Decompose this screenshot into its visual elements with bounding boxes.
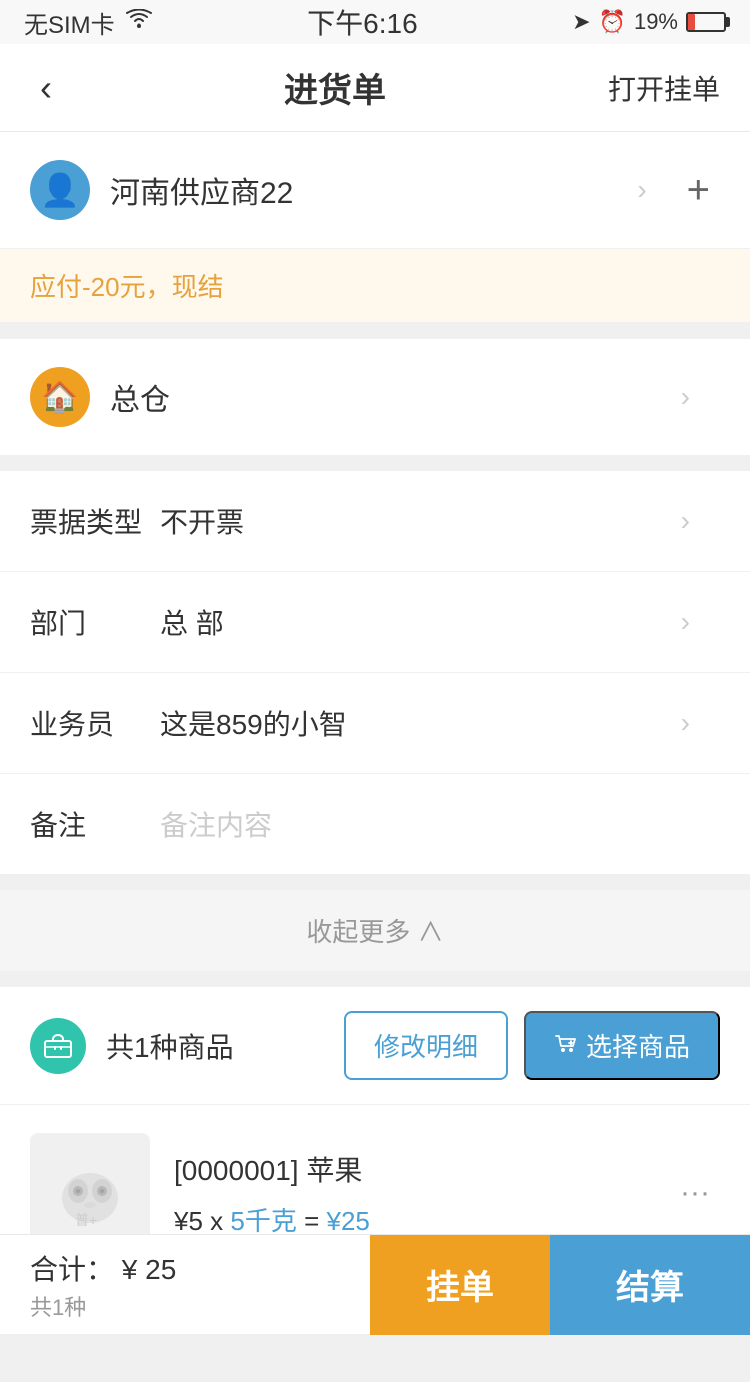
bottom-bar: 合计： ¥ 25 共1种 挂单 结算: [0, 1234, 750, 1334]
chevron-right-icon: ›: [681, 381, 690, 413]
supplier-name: 河南供应商22: [110, 168, 637, 212]
chevron-right-icon: ›: [681, 606, 690, 638]
equals-sign: =: [297, 1206, 327, 1236]
products-header: 共1种商品 修改明细 选择商品: [0, 987, 750, 1105]
form-section: 票据类型 不开票 › 部门 总 部 › 业务员 这是859的小智 › 备注 备注…: [0, 471, 750, 874]
note-label: 备注: [30, 804, 160, 844]
collapse-label: 收起更多 ∧: [306, 912, 443, 949]
staff-row[interactable]: 业务员 这是859的小智 ›: [0, 673, 750, 774]
page-title: 进货单: [284, 63, 386, 112]
dept-value: 总 部: [160, 602, 681, 642]
cart-icon: [554, 1030, 578, 1061]
staff-label: 业务员: [30, 703, 160, 743]
battery-icon: [686, 12, 726, 32]
total-label: 合计：: [30, 1254, 114, 1285]
product-price-formula: ¥5 x 5千克 = ¥25: [174, 1201, 670, 1238]
total-row: 合计： ¥ 25: [30, 1248, 340, 1288]
invoice-row[interactable]: 票据类型 不开票 ›: [0, 471, 750, 572]
products-icon: [30, 1018, 86, 1074]
select-product-label: 选择商品: [586, 1027, 690, 1064]
svg-text:普+: 普+: [75, 1212, 97, 1228]
location-icon: ➤: [572, 9, 590, 35]
status-signal: 无SIM卡: [24, 5, 153, 40]
edit-detail-button[interactable]: 修改明细: [344, 1011, 508, 1080]
dept-row[interactable]: 部门 总 部 ›: [0, 572, 750, 673]
invoice-label: 票据类型: [30, 501, 160, 541]
note-row[interactable]: 备注 备注内容: [0, 774, 750, 874]
collapse-toggle[interactable]: 收起更多 ∧: [0, 890, 750, 971]
chevron-right-icon: ›: [681, 505, 690, 537]
staff-value: 这是859的小智: [160, 703, 681, 743]
back-button[interactable]: ‹: [30, 57, 62, 119]
main-content: 👤 河南供应商22 › + 应付-20元，现结 🏠 总仓 › 票据类型 不开票 …: [0, 132, 750, 1382]
dept-label: 部门: [30, 602, 160, 642]
status-time: 下午6:16: [307, 2, 418, 42]
total-count: 共1种: [30, 1290, 340, 1322]
no-sim-text: 无SIM卡: [24, 5, 115, 40]
quantity: 5千克: [230, 1206, 296, 1236]
supplier-row[interactable]: 👤 河南供应商22 › +: [0, 132, 750, 249]
checkout-button[interactable]: 结算: [550, 1235, 750, 1335]
add-button[interactable]: +: [677, 168, 720, 213]
alarm-icon: ⏰: [599, 9, 626, 35]
product-code: [0000001]: [174, 1155, 306, 1186]
chevron-right-icon: ›: [637, 174, 646, 206]
supplier-avatar: 👤: [30, 160, 90, 220]
subtotal: ¥25: [326, 1206, 369, 1236]
warehouse-section: 🏠 总仓 ›: [0, 339, 750, 455]
product-details: [0000001] 苹果 ¥5 x 5千克 = ¥25: [174, 1149, 670, 1238]
select-product-button[interactable]: 选择商品: [524, 1011, 720, 1080]
product-title: 苹果: [306, 1155, 362, 1186]
warehouse-row[interactable]: 🏠 总仓 ›: [0, 339, 750, 455]
unit-price: ¥5 x: [174, 1206, 230, 1236]
chevron-right-icon: ›: [681, 707, 690, 739]
more-options-button[interactable]: ···: [670, 1166, 720, 1220]
product-name: [0000001] 苹果: [174, 1149, 670, 1189]
status-bar: 无SIM卡 下午6:16 ➤ ⏰ 19%: [0, 0, 750, 44]
invoice-value: 不开票: [160, 501, 681, 541]
alert-banner: 应付-20元，现结: [0, 249, 750, 323]
total-amount: ¥ 25: [122, 1254, 177, 1285]
wifi-icon: [125, 8, 153, 36]
warehouse-icon: 🏠: [30, 367, 90, 427]
open-pending-button[interactable]: 打开挂单: [608, 68, 720, 108]
battery-text: 19%: [634, 9, 678, 35]
supplier-section: 👤 河南供应商22 › + 应付-20元，现结: [0, 132, 750, 323]
total-section: 合计： ¥ 25 共1种: [0, 1248, 370, 1322]
owl-icon: 普+: [50, 1153, 130, 1233]
status-indicators: ➤ ⏰ 19%: [572, 9, 726, 35]
note-input[interactable]: 备注内容: [160, 804, 720, 844]
person-icon: 👤: [40, 171, 80, 209]
suspend-button[interactable]: 挂单: [370, 1235, 550, 1335]
products-count: 共1种商品: [106, 1026, 344, 1066]
nav-bar: ‹ 进货单 打开挂单: [0, 44, 750, 132]
warehouse-name: 总仓: [110, 375, 681, 419]
